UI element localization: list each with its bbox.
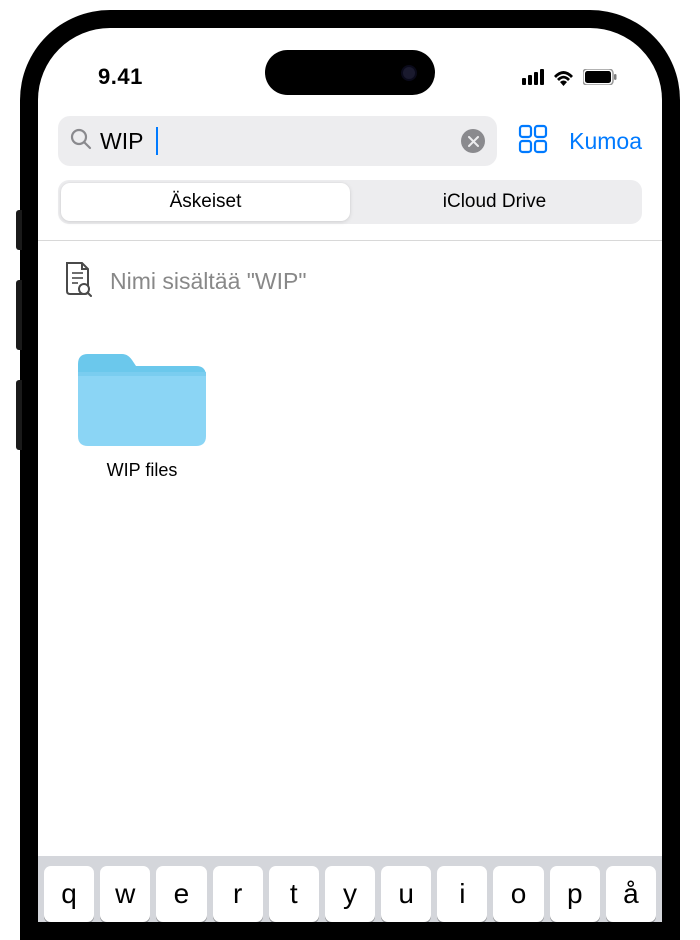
- folder-label: WIP files: [107, 460, 178, 481]
- search-input-wrap: [100, 127, 453, 155]
- key-o[interactable]: o: [493, 866, 543, 922]
- folder-icon: [72, 342, 212, 452]
- cellular-signal-icon: [522, 69, 544, 85]
- search-field[interactable]: [58, 116, 497, 166]
- grid-view-button[interactable]: [513, 119, 553, 164]
- key-r[interactable]: r: [213, 866, 263, 922]
- key-a-ring[interactable]: å: [606, 866, 656, 922]
- clear-search-button[interactable]: [461, 129, 485, 153]
- key-e[interactable]: e: [156, 866, 206, 922]
- key-u[interactable]: u: [381, 866, 431, 922]
- screen: 9.41: [38, 28, 662, 922]
- suggestion-label: Nimi sisältää "WIP": [110, 268, 307, 295]
- dynamic-island: [265, 50, 435, 95]
- key-t[interactable]: t: [269, 866, 319, 922]
- camera-icon: [401, 65, 417, 81]
- search-header: Kumoa: [38, 108, 662, 180]
- document-search-icon: [62, 261, 92, 302]
- battery-icon: [583, 69, 617, 85]
- phone-frame: 9.41: [20, 10, 680, 940]
- folder-item[interactable]: WIP files: [62, 342, 222, 481]
- status-indicators: [522, 69, 617, 86]
- search-input[interactable]: [100, 128, 160, 155]
- search-icon: [70, 128, 92, 155]
- search-suggestion-row[interactable]: Nimi sisältää "WIP": [38, 241, 662, 322]
- cancel-button[interactable]: Kumoa: [569, 128, 642, 155]
- status-time: 9.41: [98, 64, 143, 90]
- key-y[interactable]: y: [325, 866, 375, 922]
- results-grid: WIP files: [38, 322, 662, 501]
- wifi-icon: [552, 69, 575, 86]
- key-p[interactable]: p: [550, 866, 600, 922]
- keyboard-row-1: q w e r t y u i o p å: [44, 866, 656, 922]
- keyboard: q w e r t y u i o p å: [38, 856, 662, 922]
- key-w[interactable]: w: [100, 866, 150, 922]
- key-q[interactable]: q: [44, 866, 94, 922]
- segment-icloud-drive[interactable]: iCloud Drive: [350, 183, 639, 221]
- phone-side-buttons: [16, 210, 22, 480]
- text-cursor: [156, 127, 158, 155]
- key-i[interactable]: i: [437, 866, 487, 922]
- segment-recents[interactable]: Äskeiset: [61, 183, 350, 221]
- scope-segmented-control: Äskeiset iCloud Drive: [58, 180, 642, 224]
